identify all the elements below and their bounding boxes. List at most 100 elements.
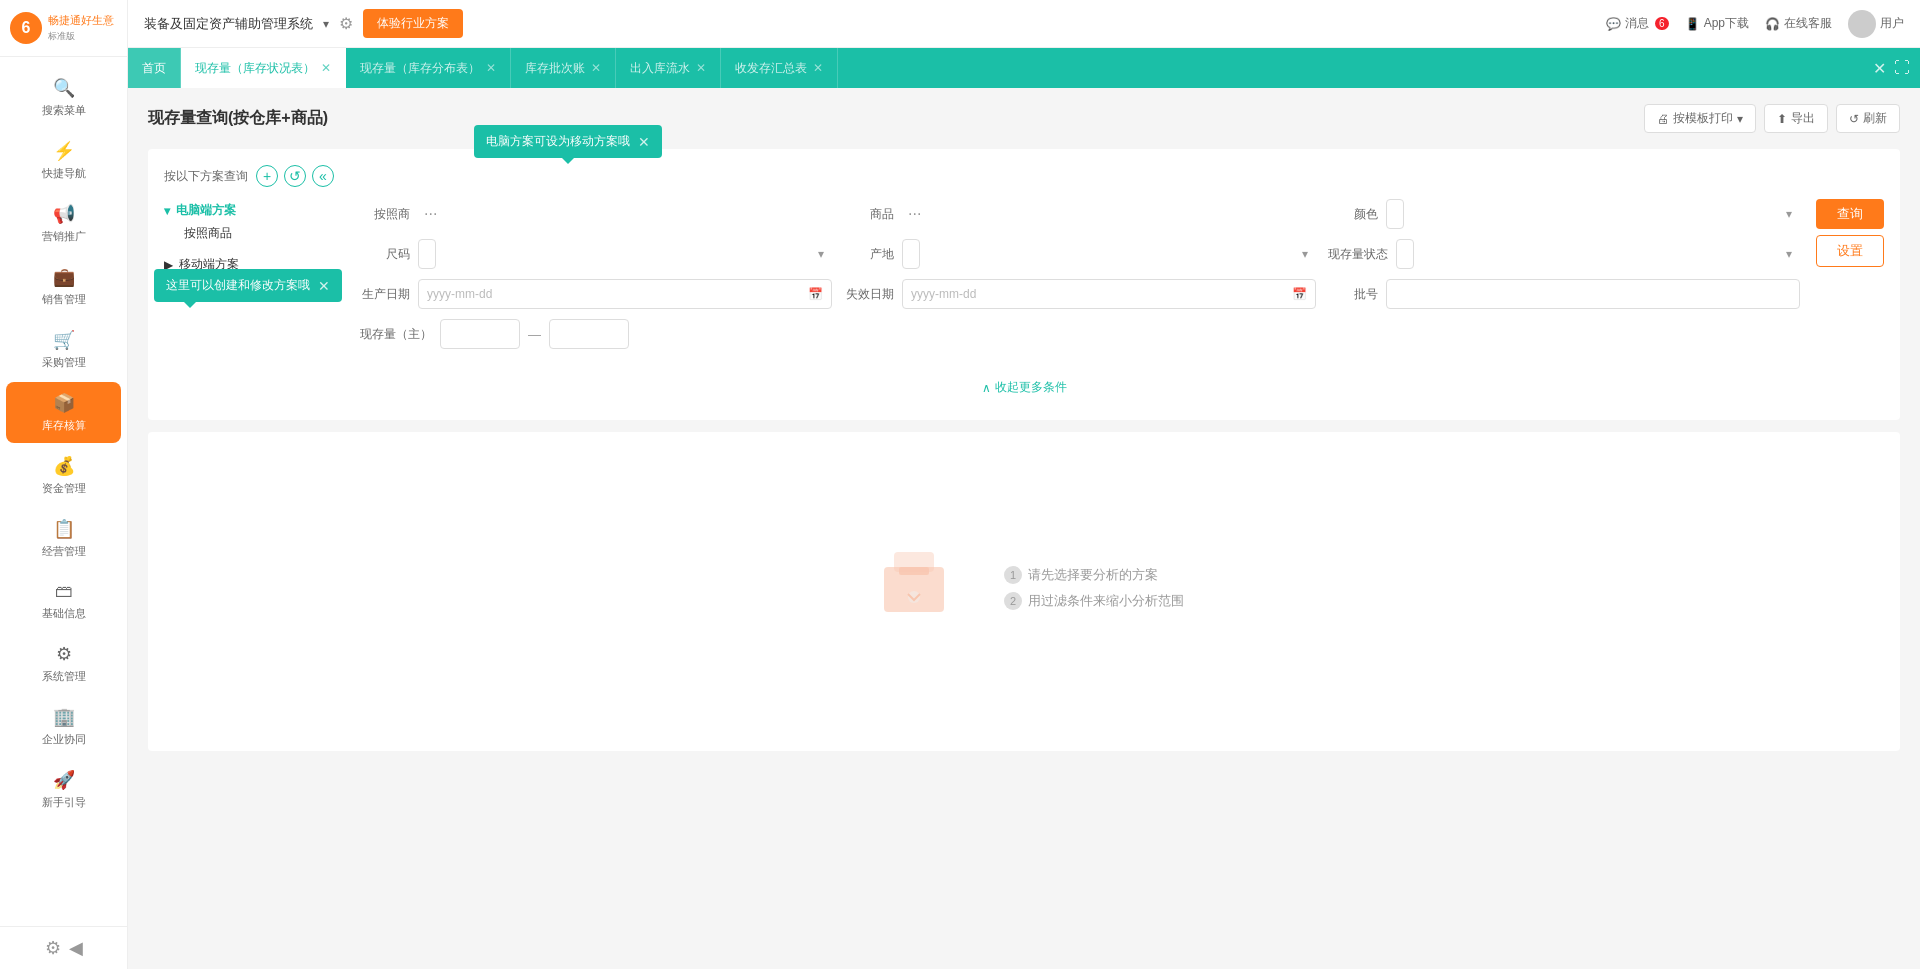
print-icon: 🖨 — [1657, 112, 1669, 126]
logo-badge: 标准版 — [48, 30, 114, 43]
filter-stock-status-label: 现存量状态 — [1328, 246, 1388, 263]
filter-origin-label: 产地 — [844, 246, 894, 263]
sidebar-item-label: 销售管理 — [42, 292, 86, 307]
sidebar-item-label: 库存核算 — [42, 418, 86, 433]
message-item[interactable]: 💬 消息 6 — [1606, 15, 1669, 32]
tooltip-scheme-content: 电脑方案可设为移动方案哦 ✕ — [474, 125, 662, 158]
settings-bottom-icon[interactable]: ⚙ — [45, 937, 61, 959]
sidebar-item-finance[interactable]: 💰 资金管理 — [6, 445, 121, 506]
sidebar-item-label: 新手引导 — [42, 795, 86, 810]
filter-item-color: 颜色 — [1328, 199, 1800, 229]
message-label: 消息 — [1625, 15, 1649, 32]
scheme-tree-desktop-item[interactable]: 按照商品 — [164, 222, 344, 245]
filter-item-stock-status: 现存量状态 — [1328, 239, 1800, 269]
refresh-label: 刷新 — [1863, 110, 1887, 127]
filter-add-button[interactable]: + — [256, 165, 278, 187]
sidebar-item-system[interactable]: ⚙ 系统管理 — [6, 633, 121, 694]
message-badge: 6 — [1655, 17, 1669, 30]
filter-expire-date-label: 失效日期 — [844, 286, 894, 303]
collapse-up-icon: ∧ — [982, 381, 991, 395]
set-button[interactable]: 设置 — [1816, 235, 1884, 267]
user-item[interactable]: 用户 — [1848, 10, 1904, 38]
filter-expire-date-input[interactable]: yyyy-mm-dd 📅 — [902, 279, 1316, 309]
tab-bar: 首页 现存量（库存状况表） ✕ 现存量（库存分布表） ✕ 库存批次账 ✕ 出入库… — [128, 48, 1920, 88]
sidebar-item-marketing[interactable]: 📢 营销推广 — [6, 193, 121, 254]
marketing-icon: 📢 — [53, 203, 75, 225]
tab-inventory-dist-label: 现存量（库存分布表） — [360, 60, 480, 77]
sidebar-item-operations[interactable]: 📋 经营管理 — [6, 508, 121, 569]
filter-size-select[interactable] — [418, 239, 436, 269]
tab-batch[interactable]: 库存批次账 ✕ — [511, 48, 616, 88]
refresh-button[interactable]: ↺ 刷新 — [1836, 104, 1900, 133]
filter-qty-max-input[interactable] — [549, 319, 629, 349]
support-item[interactable]: 🎧 在线客服 — [1765, 15, 1832, 32]
sidebar-item-search[interactable]: 🔍 搜索菜单 — [6, 67, 121, 128]
tab-close-receive-summary[interactable]: ✕ — [813, 61, 823, 75]
filter-qty-min-input[interactable] — [440, 319, 520, 349]
tooltip-scheme-close[interactable]: ✕ — [638, 134, 650, 150]
filter-qty-row: — — [440, 319, 629, 349]
tab-close-inventory-dist[interactable]: ✕ — [486, 61, 496, 75]
tab-receive-summary[interactable]: 收发存汇总表 ✕ — [721, 48, 838, 88]
step-num-2: 2 — [1004, 592, 1022, 610]
logo: 6 畅捷通好生意 标准版 — [0, 0, 127, 57]
export-button[interactable]: ⬆ 导出 — [1764, 104, 1828, 133]
tab-home[interactable]: 首页 — [128, 48, 181, 88]
tab-receive-summary-label: 收发存汇总表 — [735, 60, 807, 77]
experience-button[interactable]: 体验行业方案 — [363, 9, 463, 38]
search-button[interactable]: 查询 — [1816, 199, 1884, 229]
collapse-bar[interactable]: ∧ 收起更多条件 — [164, 371, 1884, 404]
step-1-text: 请先选择要分析的方案 — [1028, 566, 1158, 584]
sidebar-nav: 🔍 搜索菜单 ⚡ 快捷导航 📢 营销推广 💼 销售管理 🛒 采购管理 📦 — [0, 57, 127, 926]
empty-state-panel: 1 请先选择要分析的方案 2 用过滤条件来缩小分析范围 — [148, 432, 1900, 751]
sidebar-item-guide[interactable]: 🚀 新手引导 — [6, 759, 121, 820]
filter-expire-date-placeholder: yyyy-mm-dd — [911, 287, 976, 301]
tab-inventory-dist[interactable]: 现存量（库存分布表） ✕ — [346, 48, 511, 88]
scheme-tree-desktop[interactable]: ▾ 电脑端方案 — [164, 199, 344, 222]
filter-goods-dots[interactable]: ··· — [908, 205, 921, 223]
tab-inventory-status[interactable]: 现存量（库存状况表） ✕ — [181, 48, 346, 88]
app-item[interactable]: 📱 App下载 — [1685, 15, 1749, 32]
print-button[interactable]: 🖨 按模板打印 ▾ — [1644, 104, 1756, 133]
tab-close-inout[interactable]: ✕ — [696, 61, 706, 75]
filter-produce-date-input[interactable]: yyyy-mm-dd 📅 — [418, 279, 832, 309]
tooltip2-close[interactable]: ✕ — [318, 278, 330, 294]
sidebar: 6 畅捷通好生意 标准版 🔍 搜索菜单 ⚡ 快捷导航 📢 营销推广 💼 销 — [0, 0, 128, 969]
sidebar-item-label: 资金管理 — [42, 481, 86, 496]
sidebar-item-base[interactable]: 🗃 基础信息 — [6, 571, 121, 631]
sidebar-item-sales[interactable]: 💼 销售管理 — [6, 256, 121, 317]
system-name: 装备及固定资产辅助管理系统 — [144, 15, 313, 33]
sidebar-item-inventory[interactable]: 📦 库存核算 — [6, 382, 121, 443]
filter-batch-no-input[interactable] — [1386, 279, 1800, 309]
filter-arrow-button[interactable]: « — [312, 165, 334, 187]
tab-minimize-icon[interactable]: ✕ — [1873, 59, 1886, 78]
tab-inout[interactable]: 出入库流水 ✕ — [616, 48, 721, 88]
sidebar-item-enterprise[interactable]: 🏢 企业协同 — [6, 696, 121, 757]
filter-stock-qty-label: 现存量（主） — [360, 326, 432, 343]
export-label: 导出 — [1791, 110, 1815, 127]
filter-batch-no-label: 批号 — [1328, 286, 1378, 303]
tooltip2-text: 这里可以创建和修改方案哦 — [166, 277, 310, 294]
filter-color-select[interactable] — [1386, 199, 1404, 229]
sidebar-item-nav[interactable]: ⚡ 快捷导航 — [6, 130, 121, 191]
tab-close-inventory-status[interactable]: ✕ — [321, 61, 331, 75]
search-btn-group: 查询 设置 — [1816, 199, 1884, 267]
sidebar-item-label: 基础信息 — [42, 606, 86, 621]
refresh-icon: ↺ — [1849, 112, 1859, 126]
message-icon: 💬 — [1606, 17, 1621, 31]
filter-origin-select[interactable] — [902, 239, 920, 269]
filter-color-label: 颜色 — [1328, 206, 1378, 223]
filter-refresh-button[interactable]: ↺ — [284, 165, 306, 187]
filter-panel: 按以下方案查询 + ↺ « 电脑方案可设为移动方案哦 ✕ — [148, 149, 1900, 420]
system-dropdown[interactable]: ▾ — [323, 17, 329, 31]
topbar-settings-icon[interactable]: ⚙ — [339, 14, 353, 33]
collapse-icon[interactable]: ◀ — [69, 937, 83, 959]
tab-close-batch[interactable]: ✕ — [591, 61, 601, 75]
filter-item-expire-date: 失效日期 yyyy-mm-dd 📅 — [844, 279, 1316, 309]
scheme-desktop-item: 按照商品 — [184, 225, 232, 242]
tab-maximize-icon[interactable]: ⛶ — [1894, 59, 1910, 77]
filter-warehouse-dots[interactable]: ··· — [424, 205, 437, 223]
empty-steps: 1 请先选择要分析的方案 2 用过滤条件来缩小分析范围 — [1004, 566, 1184, 618]
sidebar-item-purchase[interactable]: 🛒 采购管理 — [6, 319, 121, 380]
filter-stock-status-select[interactable] — [1396, 239, 1414, 269]
